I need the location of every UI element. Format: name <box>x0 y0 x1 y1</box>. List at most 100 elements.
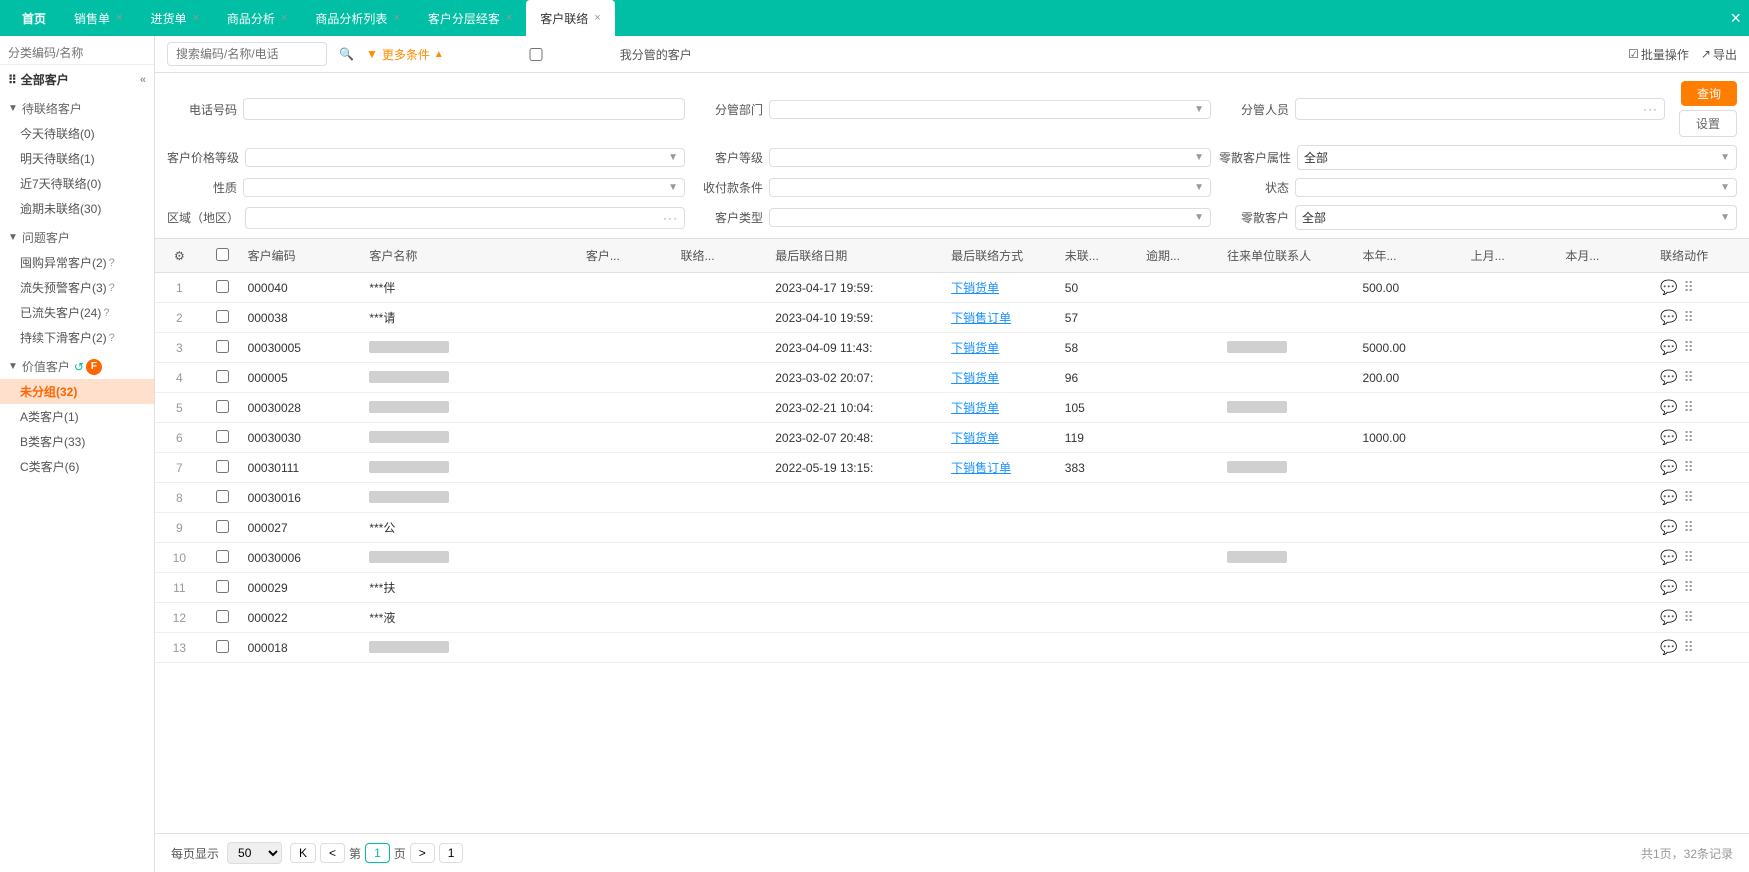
search-input[interactable] <box>167 42 327 66</box>
sidebar-item-overdue[interactable]: 逾期未联络(30) <box>0 196 154 221</box>
all-customers-item[interactable]: ⠿ 全部客户 « <box>0 65 154 94</box>
nav-home[interactable]: 首页 <box>8 0 60 36</box>
row-checkbox[interactable] <box>216 580 229 593</box>
filter-status-select[interactable]: ▼ <box>1295 178 1737 197</box>
chat-icon[interactable]: 💬 <box>1660 489 1677 506</box>
col-header-type[interactable]: 客户... <box>580 239 675 273</box>
page-number[interactable]: 1 <box>365 843 390 863</box>
filter-cust-type-select[interactable]: ▼ <box>769 208 1211 227</box>
collapse-icon[interactable]: « <box>140 74 146 86</box>
last-method-link[interactable]: 下销货单 <box>951 401 999 415</box>
filter-payment-select[interactable]: ▼ <box>769 178 1211 197</box>
my-customers-checkbox[interactable]: 我分管的客户 <box>456 46 692 63</box>
filter-cust-grade-select[interactable]: ▼ <box>769 148 1211 167</box>
select-all-checkbox[interactable] <box>216 248 229 261</box>
row-checkbox[interactable] <box>216 430 229 443</box>
grid-icon[interactable]: ⠿ <box>1684 429 1694 446</box>
close-icon[interactable]: × <box>594 12 600 24</box>
col-header-code[interactable]: 客户编码 <box>242 239 364 273</box>
last-method-link[interactable]: 下销货单 <box>951 431 999 445</box>
grid-icon[interactable]: ⠿ <box>1684 369 1694 386</box>
sidebar-item-class-b[interactable]: B类客户(33) <box>0 429 154 454</box>
col-header-overdue[interactable]: 逾期... <box>1140 239 1221 273</box>
grid-icon[interactable]: ⠿ <box>1684 339 1694 356</box>
filter-search-icon[interactable]: 🔍 <box>339 47 354 61</box>
col-header-uncontact[interactable]: 未联... <box>1059 239 1140 273</box>
row-checkbox[interactable] <box>216 310 229 323</box>
row-checkbox[interactable] <box>216 520 229 533</box>
sidebar-item-today[interactable]: 今天待联络(0) <box>0 121 154 146</box>
chat-icon[interactable]: 💬 <box>1660 399 1677 416</box>
row-checkbox[interactable] <box>216 550 229 563</box>
more-conditions-btn[interactable]: ▼ 更多条件 ▲ <box>366 46 444 63</box>
col-header-contact[interactable]: 联络... <box>675 239 770 273</box>
close-icon[interactable]: × <box>506 12 512 24</box>
filter-price-grade-select[interactable]: ▼ <box>245 148 685 167</box>
last-method-link[interactable]: 下销售订单 <box>951 461 1011 475</box>
col-header-this-month[interactable]: 本月... <box>1559 239 1654 273</box>
filter-dept-select[interactable]: ▼ <box>769 100 1211 119</box>
chat-icon[interactable]: 💬 <box>1660 339 1677 356</box>
sidebar-item-class-c[interactable]: C类客户(6) <box>0 454 154 479</box>
nav-customer-tier[interactable]: 客户分层经客 × <box>414 0 526 36</box>
grid-icon[interactable]: ⠿ <box>1684 399 1694 416</box>
my-customers-check[interactable] <box>456 48 616 61</box>
sidebar-item-class-a[interactable]: A类客户(1) <box>0 404 154 429</box>
filter-retail-cust-select[interactable]: 全部 ▼ <box>1295 205 1737 230</box>
close-icon[interactable]: × <box>116 12 122 24</box>
chat-icon[interactable]: 💬 <box>1660 429 1677 446</box>
filter-nature-select[interactable]: ▼ <box>243 178 685 197</box>
sidebar-item-churn-warning[interactable]: 流失预警客户(3) ? <box>0 275 154 300</box>
next-page-btn[interactable]: > <box>410 843 435 863</box>
filter-manager-select[interactable]: ··· <box>1295 98 1665 120</box>
row-checkbox[interactable] <box>216 370 229 383</box>
sidebar-item-abnormal[interactable]: 囤购异常客户(2) ? <box>0 250 154 275</box>
last-method-link[interactable]: 下销售订单 <box>951 311 1011 325</box>
chat-icon[interactable]: 💬 <box>1660 639 1677 656</box>
nav-customer-contact[interactable]: 客户联络 × <box>526 0 614 36</box>
close-icon[interactable]: × <box>393 12 399 24</box>
group-problem-title[interactable]: ▼ 问题客户 <box>0 225 154 250</box>
col-header-unit-contact[interactable]: 往来单位联系人 <box>1221 239 1356 273</box>
nav-product-analysis-list[interactable]: 商品分析列表 × <box>301 0 413 36</box>
last-method-link[interactable]: 下销货单 <box>951 371 999 385</box>
grid-icon[interactable]: ⠿ <box>1684 579 1694 596</box>
nav-purchase[interactable]: 进货单 × <box>136 0 212 36</box>
page-size-select[interactable]: 50 100 200 <box>227 842 282 864</box>
query-button[interactable]: 查询 <box>1681 81 1737 106</box>
sidebar-item-7days[interactable]: 近7天待联络(0) <box>0 171 154 196</box>
sidebar-search-input[interactable] <box>8 46 155 60</box>
col-header-name[interactable]: 客户名称 <box>363 239 579 273</box>
grid-icon[interactable]: ⠿ <box>1684 489 1694 506</box>
row-checkbox[interactable] <box>216 340 229 353</box>
grid-icon[interactable]: ⠿ <box>1684 459 1694 476</box>
row-checkbox[interactable] <box>216 280 229 293</box>
row-checkbox[interactable] <box>216 460 229 473</box>
last-method-link[interactable]: 下销货单 <box>951 281 999 295</box>
sidebar-item-declining[interactable]: 持续下滑客户(2) ? <box>0 325 154 350</box>
row-checkbox[interactable] <box>216 610 229 623</box>
grid-icon[interactable]: ⠿ <box>1684 549 1694 566</box>
nav-product-analysis[interactable]: 商品分析 × <box>213 0 301 36</box>
sidebar-item-ungrouped[interactable]: 未分组(32) <box>0 379 154 404</box>
chat-icon[interactable]: 💬 <box>1660 459 1677 476</box>
row-checkbox[interactable] <box>216 490 229 503</box>
gear-icon[interactable]: ⚙ <box>174 249 185 263</box>
chat-icon[interactable]: 💬 <box>1660 279 1677 296</box>
group-pending-title[interactable]: ▼ 待联络客户 <box>0 96 154 121</box>
col-header-last-month[interactable]: 上月... <box>1465 239 1560 273</box>
sidebar-item-tomorrow[interactable]: 明天待联络(1) <box>0 146 154 171</box>
grid-icon[interactable]: ⠿ <box>1684 609 1694 626</box>
reset-button[interactable]: 设置 <box>1679 110 1737 137</box>
chat-icon[interactable]: 💬 <box>1660 579 1677 596</box>
close-icon[interactable]: × <box>192 12 198 24</box>
prev-page-btn[interactable]: < <box>320 843 345 863</box>
filter-retail-attr-select[interactable]: 全部 ▼ <box>1297 145 1737 170</box>
export-btn[interactable]: ↗ 导出 <box>1701 46 1737 63</box>
last-page-btn[interactable]: 1 <box>439 843 464 863</box>
grid-icon[interactable]: ⠿ <box>1684 519 1694 536</box>
row-checkbox[interactable] <box>216 640 229 653</box>
grid-icon[interactable]: ⠿ <box>1684 309 1694 326</box>
filter-phone-input[interactable] <box>243 98 685 120</box>
filter-region-select[interactable]: ··· <box>245 207 685 229</box>
